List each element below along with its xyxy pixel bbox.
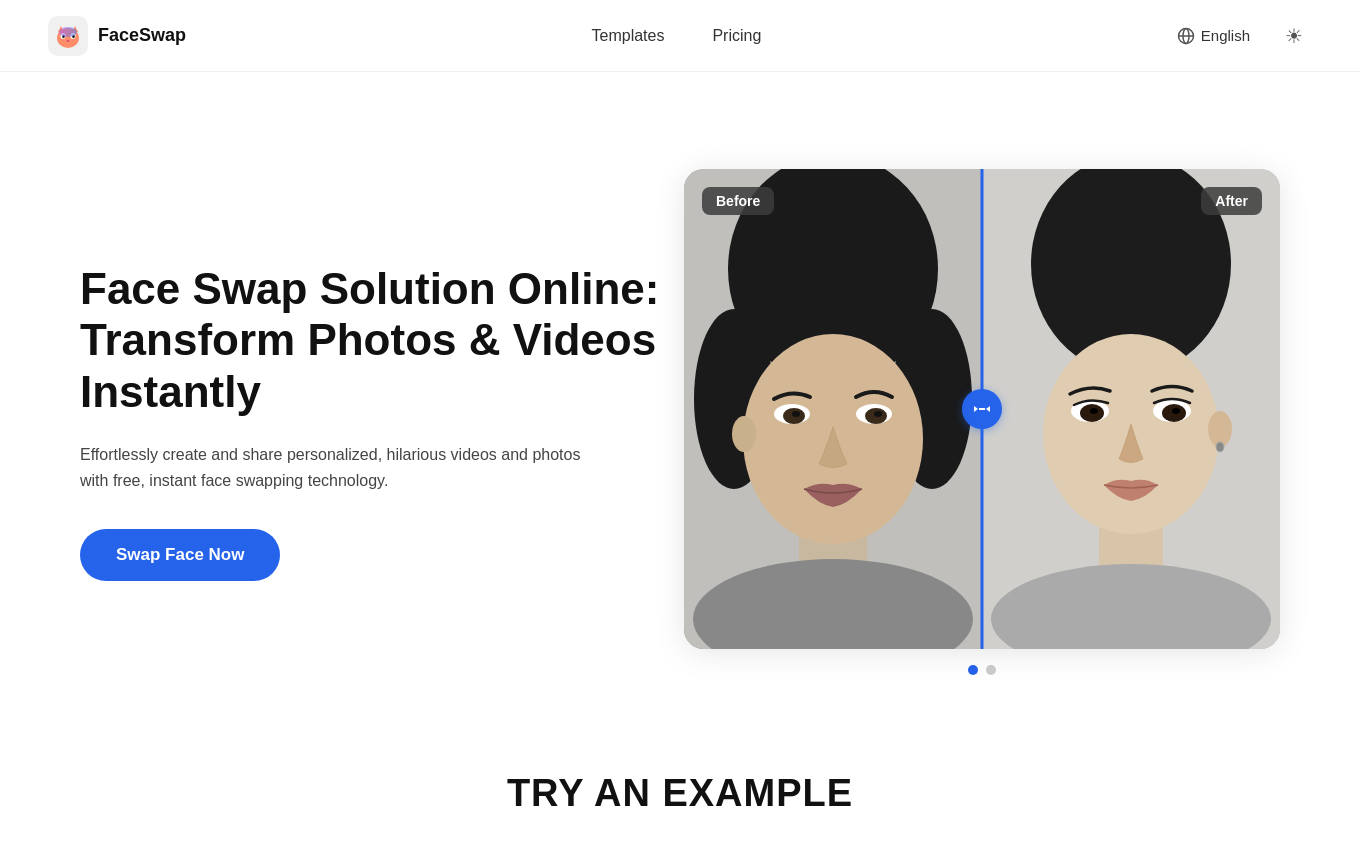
carousel-dot-1[interactable] (968, 665, 978, 675)
after-image (982, 169, 1280, 649)
swap-face-now-button[interactable]: Swap Face Now (80, 529, 280, 581)
hero-title: Face Swap Solution Online: Transform Pho… (80, 263, 660, 419)
hero-section: Face Swap Solution Online: Transform Pho… (0, 72, 1360, 752)
svg-point-39 (1216, 442, 1224, 452)
after-portrait-svg (982, 169, 1280, 649)
nav-right: English ☀ (1167, 18, 1312, 54)
globe-icon (1177, 27, 1195, 45)
try-example-title: TRY AN EXAMPLE (0, 772, 1360, 815)
language-label: English (1201, 27, 1250, 44)
site-header: FaceSwap Templates Pricing English ☀ (0, 0, 1360, 72)
svg-point-6 (67, 40, 70, 42)
after-label: After (1201, 187, 1262, 215)
logo-icon (48, 16, 88, 56)
carousel-dot-2[interactable] (986, 665, 996, 675)
before-portrait-svg (684, 169, 982, 649)
compare-drag-handle[interactable] (962, 389, 1002, 429)
compare-card: Before After (684, 169, 1280, 649)
svg-point-37 (1172, 408, 1180, 414)
before-image (684, 169, 982, 649)
theme-icon: ☀ (1285, 24, 1303, 48)
compare-wrapper: Before After (684, 169, 1280, 675)
theme-toggle-button[interactable]: ☀ (1276, 18, 1312, 54)
svg-point-24 (792, 411, 800, 417)
nav-pricing[interactable]: Pricing (712, 27, 761, 45)
drag-handle-icon (972, 402, 992, 416)
logo[interactable]: FaceSwap (48, 16, 186, 56)
svg-point-36 (1090, 408, 1098, 414)
svg-point-25 (874, 411, 882, 417)
before-label: Before (702, 187, 774, 215)
logo-text: FaceSwap (98, 25, 186, 46)
try-example-section: TRY AN EXAMPLE (0, 752, 1360, 855)
svg-point-26 (732, 416, 756, 452)
main-nav: Templates Pricing (592, 27, 762, 45)
nav-templates[interactable]: Templates (592, 27, 665, 45)
carousel-dots (968, 665, 996, 675)
svg-point-9 (59, 27, 77, 37)
hero-text-block: Face Swap Solution Online: Transform Pho… (80, 263, 660, 582)
hero-description: Effortlessly create and share personaliz… (80, 442, 600, 493)
language-button[interactable]: English (1167, 21, 1260, 51)
